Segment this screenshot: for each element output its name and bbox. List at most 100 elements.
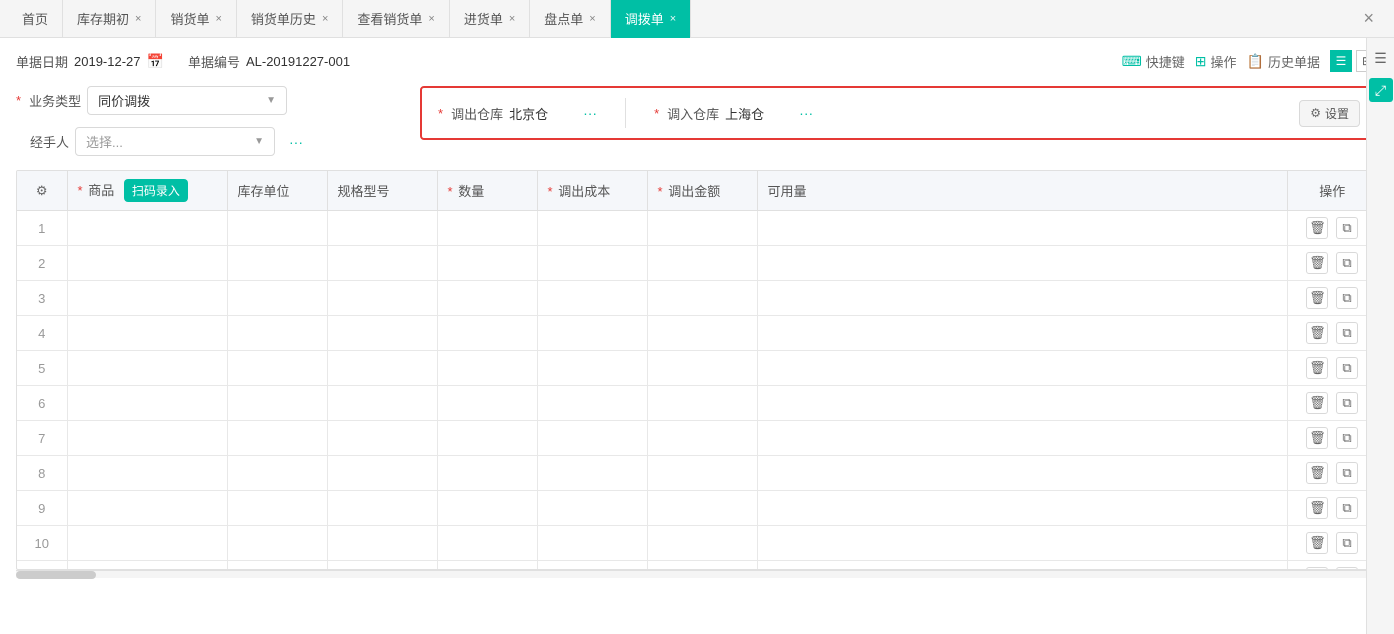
delete-icon[interactable]: 🗑 — [1306, 357, 1328, 379]
tab-close-transfer[interactable]: × — [670, 13, 676, 25]
table-row: 1 🗑 ⧉ — [17, 211, 1377, 246]
copy-icon[interactable]: ⧉ — [1336, 252, 1358, 274]
operate-icon: ⊞ — [1195, 53, 1207, 70]
row-num: 11 — [17, 561, 67, 571]
scrollbar-thumb[interactable] — [16, 571, 96, 579]
delete-icon[interactable]: 🗑 — [1306, 497, 1328, 519]
dropdown-arrow-icon: ▼ — [266, 95, 276, 106]
history-icon: 📋 — [1247, 53, 1264, 70]
th-cost: * 调出成本 — [537, 171, 647, 211]
tab-view-sales[interactable]: 查看销货单 × — [343, 0, 449, 38]
th-spec: 规格型号 — [327, 171, 437, 211]
transfer-in-field: * 调入仓库 上海仓 ··· — [654, 104, 813, 123]
transfer-out-more-btn[interactable]: ··· — [583, 105, 597, 121]
handler-arrow-icon: ▼ — [254, 136, 264, 147]
copy-icon[interactable]: ⧉ — [1336, 532, 1358, 554]
row-num: 2 — [17, 246, 67, 281]
tab-sales-history[interactable]: 销货单历史 × — [237, 0, 343, 38]
tab-close-stock-init[interactable]: × — [135, 13, 141, 25]
handler-more-btn[interactable]: ··· — [289, 134, 303, 150]
sidebar-expand-icon[interactable]: ⤢ — [1369, 78, 1393, 102]
layout-list-icon[interactable]: ☰ — [1330, 50, 1352, 72]
gear-icon[interactable]: ⚙ — [36, 183, 48, 198]
copy-icon[interactable]: ⧉ — [1336, 217, 1358, 239]
table-row: 11 🗑 ⧉ — [17, 561, 1377, 571]
tab-close-inventory[interactable]: × — [589, 13, 595, 25]
tab-sales[interactable]: 销货单 × — [156, 0, 236, 38]
table-header-row: ⚙ * 商品 扫码录入 库存单位 规格型号 * 数量 — [17, 171, 1377, 211]
copy-icon[interactable]: ⧉ — [1336, 392, 1358, 414]
table-row: 5 🗑 ⧉ — [17, 351, 1377, 386]
shortcut-btn[interactable]: ⌨ 快捷键 — [1122, 52, 1185, 71]
form-section: * 业务类型 同价调拨 ▼ 经手人 选择... ▼ ··· — [16, 86, 1378, 156]
th-qty: * 数量 — [437, 171, 537, 211]
tab-close-sales-history[interactable]: × — [322, 13, 328, 25]
row-num: 5 — [17, 351, 67, 386]
delete-icon[interactable]: 🗑 — [1306, 322, 1328, 344]
date-value: 2019-12-27 — [74, 54, 141, 69]
copy-icon[interactable]: ⧉ — [1336, 462, 1358, 484]
row-num: 8 — [17, 456, 67, 491]
delete-icon[interactable]: 🗑 — [1306, 252, 1328, 274]
settings-gear-icon: ⚙ — [1310, 106, 1321, 120]
transfer-out-field: * 调出仓库 北京仓 ··· — [438, 104, 597, 123]
tab-purchase[interactable]: 进货单 × — [450, 0, 530, 38]
delete-icon[interactable]: 🗑 — [1306, 427, 1328, 449]
copy-icon[interactable]: ⧉ — [1336, 357, 1358, 379]
horizontal-scrollbar[interactable] — [16, 570, 1378, 578]
transfer-in-more-btn[interactable]: ··· — [799, 105, 813, 121]
header-row: 单据日期 2019-12-27 📅 单据编号 AL-20191227-001 ⌨… — [16, 50, 1378, 72]
row-num: 9 — [17, 491, 67, 526]
table-row: 6 🗑 ⧉ — [17, 386, 1377, 421]
right-sidebar: ☰ ⤢ — [1366, 38, 1394, 634]
copy-icon[interactable]: ⧉ — [1336, 322, 1358, 344]
table-row: 10 🗑 ⧉ — [17, 526, 1377, 561]
delete-icon[interactable]: 🗑 — [1306, 392, 1328, 414]
doc-number-value: AL-20191227-001 — [246, 54, 350, 69]
th-gear[interactable]: ⚙ — [17, 171, 67, 211]
tab-home[interactable]: 首页 — [8, 0, 63, 38]
tab-inventory[interactable]: 盘点单 × — [530, 0, 610, 38]
tabs-bar: 首页 库存期初 × 销货单 × 销货单历史 × 查看销货单 × 进货单 × 盘点… — [0, 0, 1394, 38]
copy-icon[interactable]: ⧉ — [1336, 427, 1358, 449]
date-field: 单据日期 2019-12-27 📅 — [16, 52, 164, 71]
th-unit: 库存单位 — [227, 171, 327, 211]
row-num: 3 — [17, 281, 67, 316]
row-num: 4 — [17, 316, 67, 351]
delete-icon[interactable]: 🗑 — [1306, 532, 1328, 554]
row-num: 10 — [17, 526, 67, 561]
tab-transfer[interactable]: 调拨单 × — [611, 0, 691, 38]
divider — [625, 98, 626, 128]
copy-icon[interactable]: ⧉ — [1336, 287, 1358, 309]
history-btn[interactable]: 📋 历史单据 — [1247, 52, 1320, 71]
table-row: 9 🗑 ⧉ — [17, 491, 1377, 526]
business-type-dropdown[interactable]: 同价调拨 ▼ — [87, 86, 287, 115]
delete-icon[interactable]: 🗑 — [1306, 217, 1328, 239]
header-actions: ⌨ 快捷键 ⊞ 操作 📋 历史单据 ☰ ⊞ — [1122, 50, 1378, 72]
th-product: * 商品 扫码录入 — [67, 171, 227, 211]
shortcut-icon: ⌨ — [1122, 53, 1142, 70]
tab-close-sales[interactable]: × — [215, 13, 221, 25]
form-left: * 业务类型 同价调拨 ▼ 经手人 选择... ▼ ··· — [16, 86, 396, 156]
delete-icon[interactable]: 🗑 — [1306, 287, 1328, 309]
handler-field: 经手人 选择... ▼ ··· — [16, 127, 396, 156]
table-row: 7 🗑 ⧉ — [17, 421, 1377, 456]
operate-btn[interactable]: ⊞ 操作 — [1195, 52, 1237, 71]
tab-stock-init[interactable]: 库存期初 × — [63, 0, 156, 38]
settings-btn[interactable]: ⚙ 设置 — [1299, 100, 1360, 127]
delete-icon[interactable]: 🗑 — [1306, 462, 1328, 484]
row-num: 6 — [17, 386, 67, 421]
close-all-btn[interactable]: × — [1351, 8, 1386, 29]
sidebar-list-icon[interactable]: ☰ — [1369, 46, 1393, 70]
handler-dropdown[interactable]: 选择... ▼ — [75, 127, 275, 156]
business-type-field: * 业务类型 同价调拨 ▼ — [16, 86, 396, 115]
scan-btn[interactable]: 扫码录入 — [124, 179, 188, 202]
table-row: 3 🗑 ⧉ — [17, 281, 1377, 316]
table-row: 2 🗑 ⧉ — [17, 246, 1377, 281]
tab-close-view-sales[interactable]: × — [428, 13, 434, 25]
th-amount: * 调出金额 — [647, 171, 757, 211]
th-available: 可用量 — [757, 171, 1287, 211]
tab-close-purchase[interactable]: × — [509, 13, 515, 25]
calendar-icon[interactable]: 📅 — [147, 53, 164, 70]
copy-icon[interactable]: ⧉ — [1336, 497, 1358, 519]
